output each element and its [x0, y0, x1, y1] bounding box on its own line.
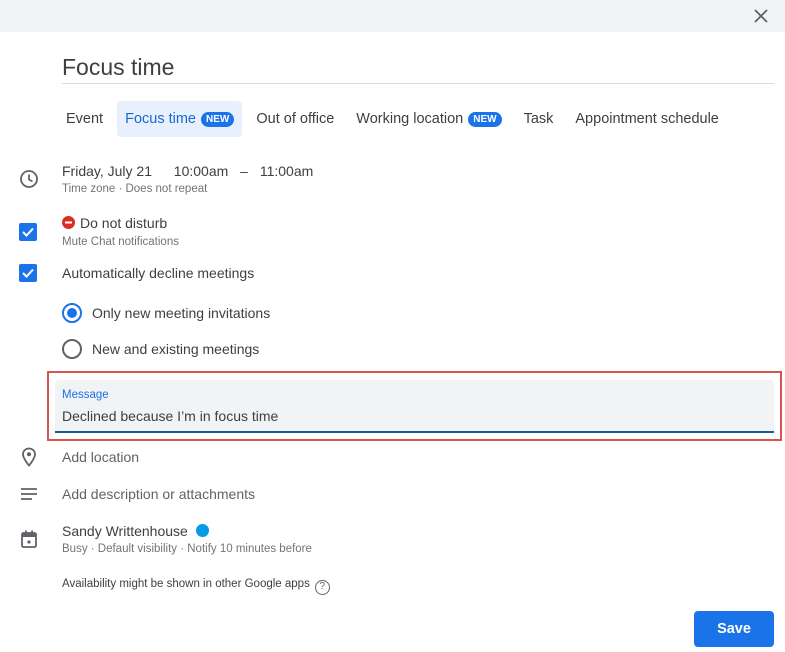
- radio-label-only-new[interactable]: Only new meeting invitations: [92, 305, 270, 321]
- calendar-owner-row[interactable]: Sandy Writtenhouse: [62, 523, 209, 539]
- calendar-settings-link[interactable]: Busy · Default visibility · Notify 10 mi…: [62, 543, 312, 555]
- end-time[interactable]: 11:00am: [260, 163, 313, 179]
- checkmark-icon: [22, 268, 34, 278]
- do-not-disturb-icon: [62, 216, 75, 229]
- add-location-input[interactable]: Add location: [62, 449, 139, 465]
- new-badge: NEW: [468, 111, 502, 127]
- auto-decline-label: Automatically decline meetings: [62, 265, 255, 281]
- dialog-header-bar: [0, 0, 785, 32]
- event-type-tabs: Event Focus time NEW Out of office Workin…: [58, 101, 733, 137]
- availability-note-row: Availability might be shown in other Goo…: [62, 578, 330, 595]
- radio-new-and-existing[interactable]: [62, 339, 82, 359]
- tab-label: Event: [66, 111, 104, 127]
- add-description-input[interactable]: Add description or attachments: [62, 486, 255, 502]
- tab-label: Task: [523, 111, 554, 127]
- new-badge: NEW: [201, 111, 235, 127]
- availability-note: Availability might be shown in other Goo…: [62, 578, 310, 590]
- start-time[interactable]: 10:00am: [174, 163, 228, 179]
- save-button[interactable]: Save: [694, 611, 774, 647]
- tab-label: Focus time: [125, 111, 197, 127]
- dnd-sub: Mute Chat notifications: [62, 236, 179, 248]
- timezone-repeat-link[interactable]: Time zone · Does not repeat: [62, 183, 207, 195]
- tab-event[interactable]: Event: [58, 101, 111, 137]
- close-icon: [754, 9, 768, 23]
- dnd-checkbox[interactable]: [19, 223, 37, 241]
- calendar-color-dot[interactable]: [195, 524, 209, 537]
- tab-focus-time[interactable]: Focus time NEW: [117, 101, 243, 137]
- radio-only-new-invitations[interactable]: [62, 303, 82, 323]
- auto-decline-checkbox[interactable]: [19, 264, 37, 282]
- message-input[interactable]: Declined because I’m in focus time: [62, 408, 278, 424]
- calendar-icon: [18, 528, 40, 550]
- location-pin-icon: [18, 446, 40, 468]
- dnd-label-row: Do not disturb: [62, 215, 167, 231]
- tab-task[interactable]: Task: [516, 101, 562, 137]
- event-date[interactable]: Friday, July 21: [62, 163, 152, 179]
- tab-label: Appointment schedule: [575, 111, 719, 127]
- message-field[interactable]: Message Declined because I’m in focus ti…: [55, 380, 774, 433]
- tab-label: Working location: [356, 111, 464, 127]
- datetime-row[interactable]: Friday, July 21 10:00am – 11:00am: [62, 163, 313, 179]
- dnd-label: Do not disturb: [80, 215, 168, 231]
- clock-icon: [18, 168, 40, 190]
- close-button[interactable]: [749, 4, 773, 28]
- tab-out-of-office[interactable]: Out of office: [248, 101, 342, 137]
- radio-label-new-existing[interactable]: New and existing meetings: [92, 341, 259, 357]
- message-label: Message: [62, 389, 109, 401]
- checkmark-icon: [22, 227, 34, 237]
- description-icon: [18, 483, 40, 505]
- calendar-owner: Sandy Writtenhouse: [62, 523, 188, 539]
- title-input[interactable]: Focus time: [62, 50, 774, 84]
- help-icon[interactable]: ?: [314, 580, 330, 595]
- time-separator: –: [240, 163, 248, 179]
- tab-label: Out of office: [256, 111, 335, 127]
- tab-working-location[interactable]: Working location NEW: [348, 101, 509, 137]
- event-title: Focus time: [62, 54, 175, 80]
- tab-appointment-schedule[interactable]: Appointment schedule: [567, 101, 727, 137]
